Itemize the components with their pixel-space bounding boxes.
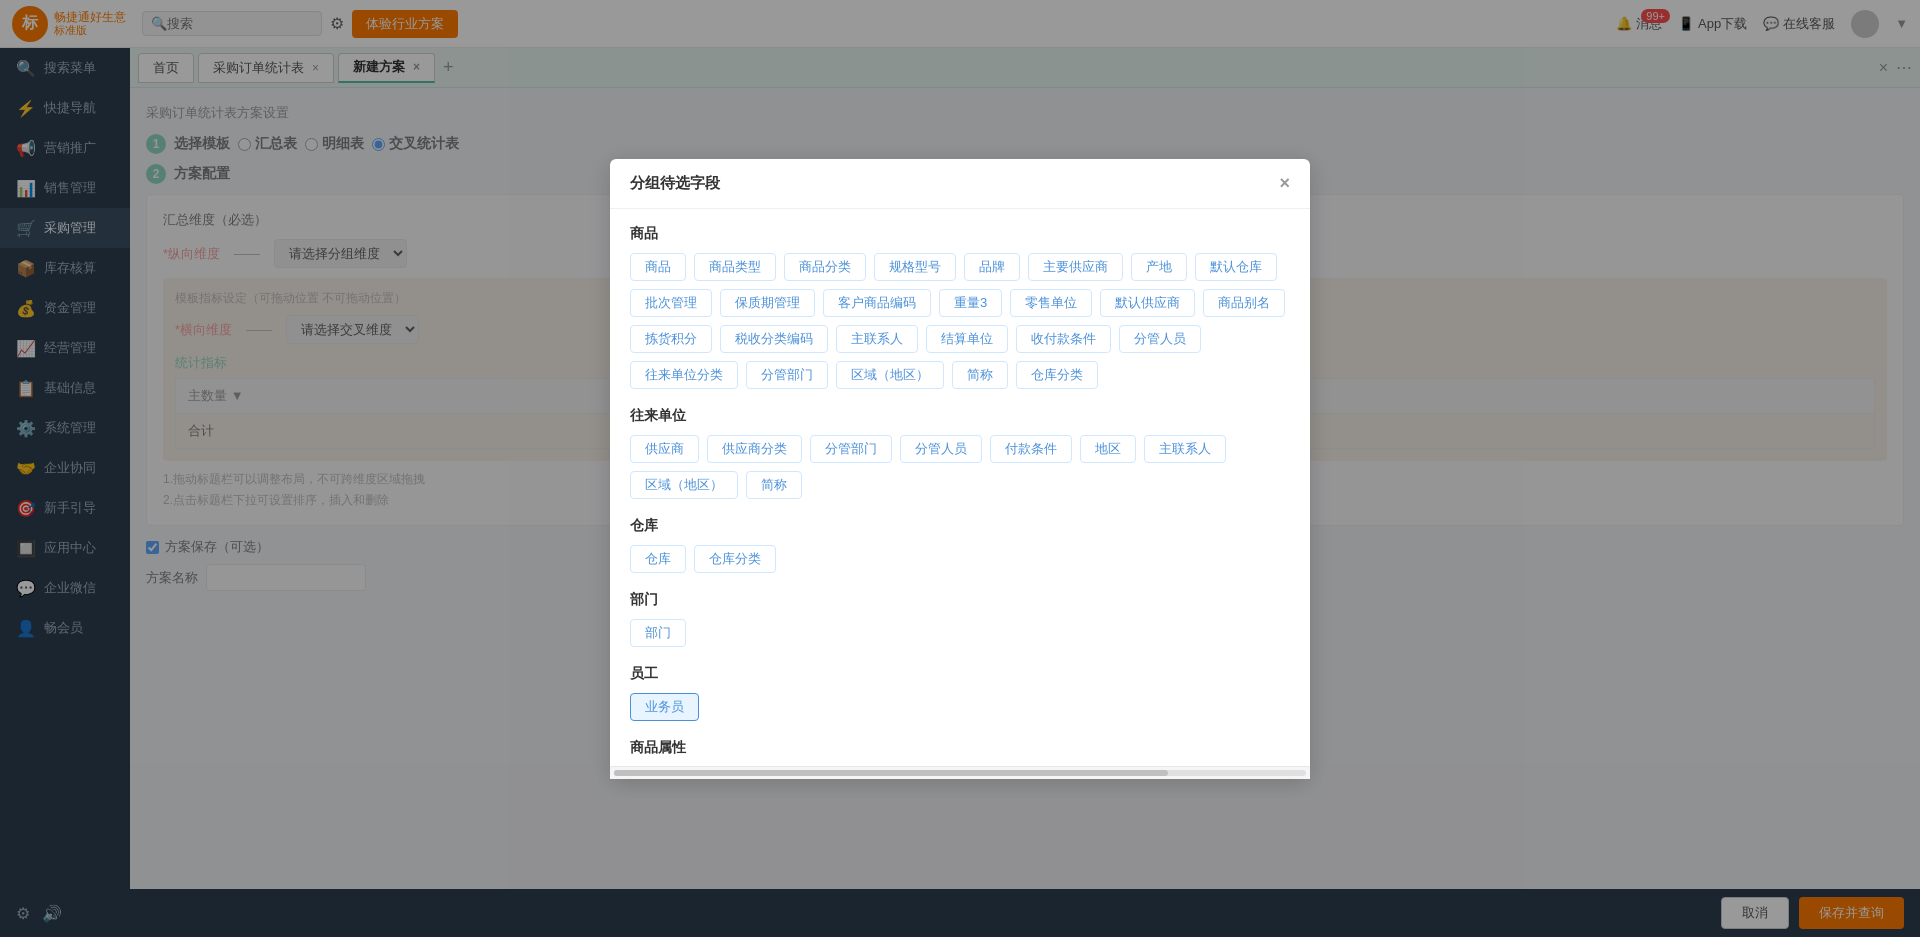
chip-region-counterpart[interactable]: 区域（地区） xyxy=(630,471,738,499)
chip-default-supplier[interactable]: 默认供应商 xyxy=(1100,289,1195,317)
section-warehouse-chips: 仓库 仓库分类 xyxy=(630,545,1290,573)
modal-header: 分组待选字段 × xyxy=(610,159,1310,209)
chip-supplier[interactable]: 供应商 xyxy=(630,435,699,463)
chip-dept[interactable]: 部门 xyxy=(630,619,686,647)
chip-payment-terms[interactable]: 收付款条件 xyxy=(1016,325,1111,353)
chip-area[interactable]: 地区 xyxy=(1080,435,1136,463)
section-employee: 员工 业务员 xyxy=(630,665,1290,721)
section-product-title: 商品 xyxy=(630,225,1290,243)
section-dept-chips: 部门 xyxy=(630,619,1290,647)
chip-warehouse-category[interactable]: 仓库分类 xyxy=(1016,361,1098,389)
section-product-attr: 商品属性 属性 颜色 多规格 尺码 鞋码 1 xyxy=(630,739,1290,766)
chip-batch-mgmt[interactable]: 批次管理 xyxy=(630,289,712,317)
chip-settlement-unit[interactable]: 结算单位 xyxy=(926,325,1008,353)
modal-title: 分组待选字段 xyxy=(630,174,720,193)
chip-product-type[interactable]: 商品类型 xyxy=(694,253,776,281)
section-product-attr-title: 商品属性 xyxy=(630,739,1290,757)
chip-mgmt-person-2[interactable]: 分管人员 xyxy=(900,435,982,463)
modal-close-button[interactable]: × xyxy=(1279,173,1290,194)
section-employee-title: 员工 xyxy=(630,665,1290,683)
section-employee-chips: 业务员 xyxy=(630,693,1290,721)
chip-main-contact-2[interactable]: 主联系人 xyxy=(1144,435,1226,463)
chip-product-category[interactable]: 商品分类 xyxy=(784,253,866,281)
chip-weight[interactable]: 重量3 xyxy=(939,289,1002,317)
chip-warehouse-cat[interactable]: 仓库分类 xyxy=(694,545,776,573)
scroll-track xyxy=(614,770,1306,776)
section-warehouse-title: 仓库 xyxy=(630,517,1290,535)
chip-mgmt-dept-2[interactable]: 分管部门 xyxy=(810,435,892,463)
chip-region-product[interactable]: 区域（地区） xyxy=(836,361,944,389)
chip-tax-code[interactable]: 税收分类编码 xyxy=(720,325,828,353)
chip-abbr-product[interactable]: 简称 xyxy=(952,361,1008,389)
chip-main-supplier[interactable]: 主要供应商 xyxy=(1028,253,1123,281)
section-warehouse: 仓库 仓库 仓库分类 xyxy=(630,517,1290,573)
chip-spec-model[interactable]: 规格型号 xyxy=(874,253,956,281)
chip-origin[interactable]: 产地 xyxy=(1131,253,1187,281)
section-product: 商品 商品 商品类型 商品分类 规格型号 品牌 主要供应商 产地 默认仓库 批次… xyxy=(630,225,1290,389)
section-product-chips: 商品 商品类型 商品分类 规格型号 品牌 主要供应商 产地 默认仓库 批次管理 … xyxy=(630,253,1290,389)
field-select-modal: 分组待选字段 × 商品 商品 商品类型 商品分类 规格型号 品牌 主要供应商 产… xyxy=(610,159,1310,779)
chip-counterpart-category[interactable]: 往来单位分类 xyxy=(630,361,738,389)
modal-body: 商品 商品 商品类型 商品分类 规格型号 品牌 主要供应商 产地 默认仓库 批次… xyxy=(610,209,1310,766)
scroll-thumb xyxy=(614,770,1168,776)
modal-scrollbar[interactable] xyxy=(610,766,1310,779)
chip-mgmt-dept[interactable]: 分管部门 xyxy=(746,361,828,389)
section-dept: 部门 部门 xyxy=(630,591,1290,647)
chip-abbr-counterpart[interactable]: 简称 xyxy=(746,471,802,499)
chip-product[interactable]: 商品 xyxy=(630,253,686,281)
chip-warehouse[interactable]: 仓库 xyxy=(630,545,686,573)
section-counterpart-title: 往来单位 xyxy=(630,407,1290,425)
chip-payment-condition[interactable]: 付款条件 xyxy=(990,435,1072,463)
chip-pick-score[interactable]: 拣货积分 xyxy=(630,325,712,353)
chip-product-alias[interactable]: 商品别名 xyxy=(1203,289,1285,317)
chip-salesperson[interactable]: 业务员 xyxy=(630,693,699,721)
chip-main-contact[interactable]: 主联系人 xyxy=(836,325,918,353)
section-counterpart: 往来单位 供应商 供应商分类 分管部门 分管人员 付款条件 地区 主联系人 区域… xyxy=(630,407,1290,499)
modal-overlay: 分组待选字段 × 商品 商品 商品类型 商品分类 规格型号 品牌 主要供应商 产… xyxy=(0,0,1920,937)
chip-default-warehouse[interactable]: 默认仓库 xyxy=(1195,253,1277,281)
section-dept-title: 部门 xyxy=(630,591,1290,609)
chip-customer-code[interactable]: 客户商品编码 xyxy=(823,289,931,317)
chip-expiry-mgmt[interactable]: 保质期管理 xyxy=(720,289,815,317)
chip-dept-manager[interactable]: 分管人员 xyxy=(1119,325,1201,353)
chip-retail-unit[interactable]: 零售单位 xyxy=(1010,289,1092,317)
chip-brand[interactable]: 品牌 xyxy=(964,253,1020,281)
chip-supplier-category[interactable]: 供应商分类 xyxy=(707,435,802,463)
section-counterpart-chips: 供应商 供应商分类 分管部门 分管人员 付款条件 地区 主联系人 区域（地区） … xyxy=(630,435,1290,499)
